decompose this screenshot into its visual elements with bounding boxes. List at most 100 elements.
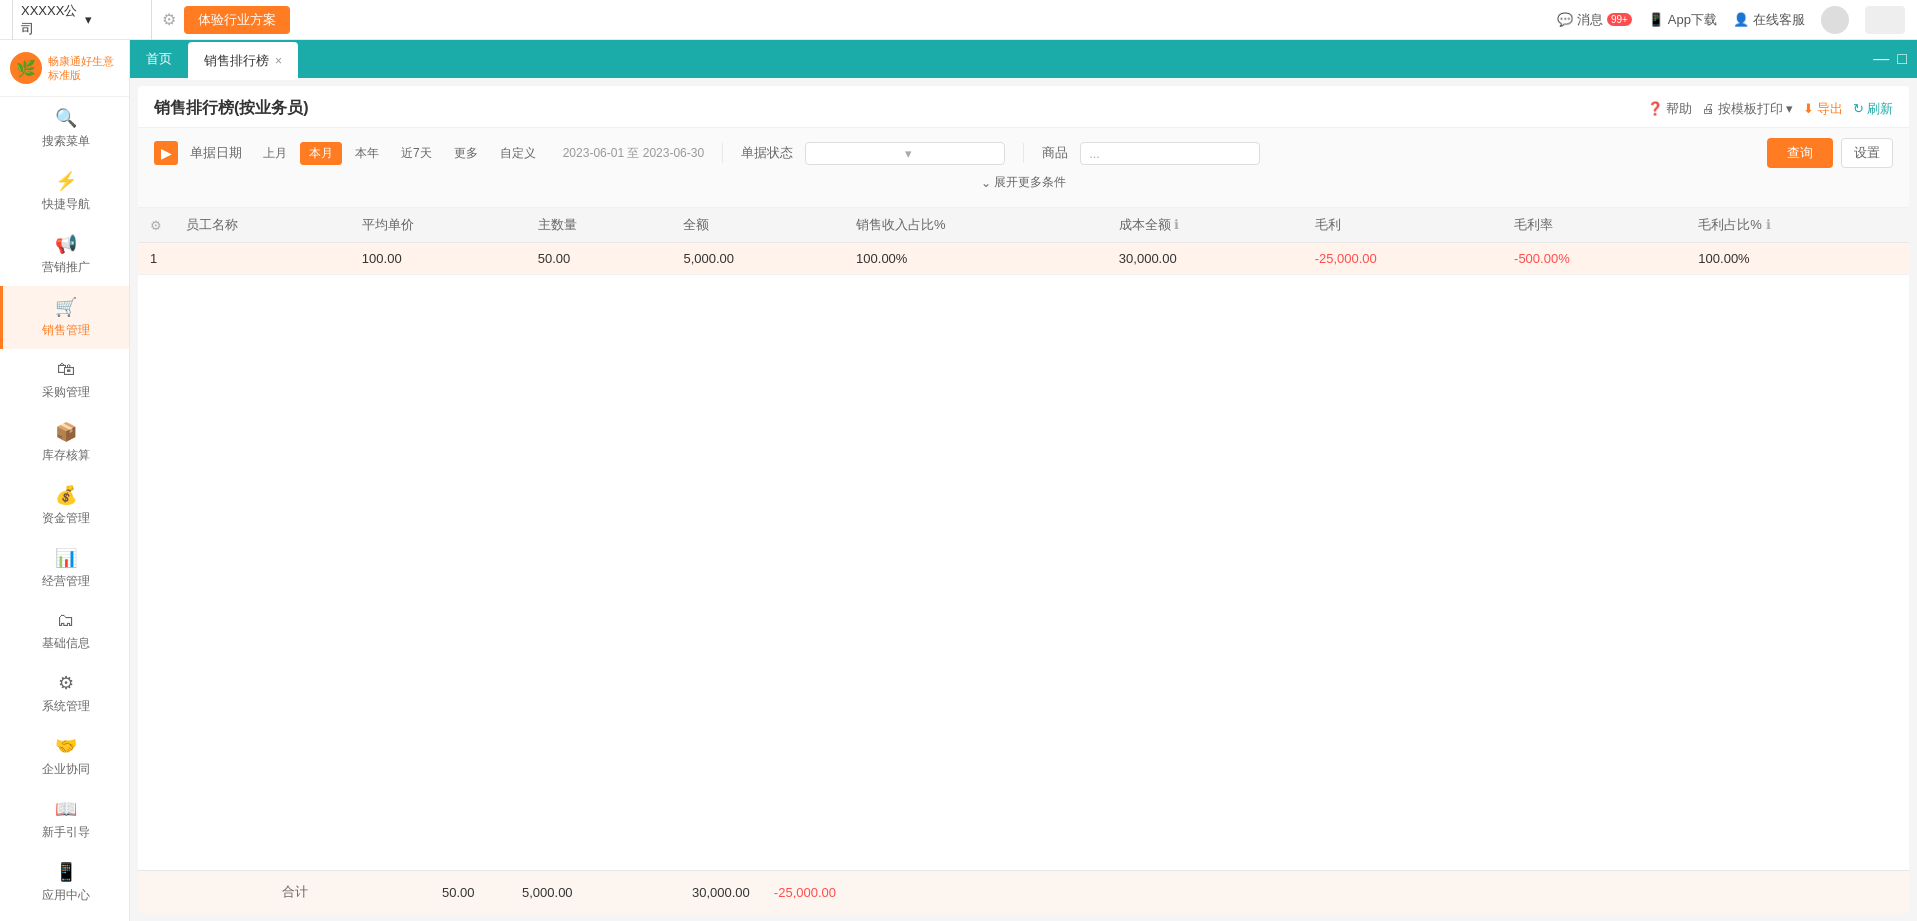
- sidebar-label-basic-info: 基础信息: [42, 635, 90, 652]
- cell-rank: 1: [138, 243, 174, 275]
- trial-button[interactable]: 体验行业方案: [184, 6, 290, 34]
- footer-sales-ratio: [590, 888, 680, 896]
- message-item[interactable]: 💬 消息 99+: [1557, 11, 1632, 29]
- filter-toggle-btn[interactable]: ▶: [154, 141, 178, 165]
- refresh-button[interactable]: ↻ 刷新: [1853, 100, 1893, 118]
- filter-area: ▶ 单据日期 上月 本月 本年 近7天 更多 自定义 2023-06-01 至 …: [138, 128, 1909, 208]
- sidebar-item-wechat[interactable]: 💬 企业微信: [0, 914, 129, 921]
- goods-placeholder: ...: [1089, 146, 1100, 161]
- export-button[interactable]: ⬇ 导出: [1803, 100, 1843, 118]
- cooperation-icon: 🤝: [55, 735, 77, 757]
- sidebar-item-search[interactable]: 🔍 搜索菜单: [0, 97, 129, 160]
- filter-row-1: ▶ 单据日期 上月 本月 本年 近7天 更多 自定义 2023-06-01 至 …: [154, 138, 1893, 168]
- company-name: XXXXX公司: [21, 2, 79, 38]
- sidebar-item-sales[interactable]: 🛒 销售管理: [0, 286, 129, 349]
- status-select[interactable]: ▾: [805, 142, 1005, 165]
- tab-minimize-icon[interactable]: —: [1873, 50, 1889, 68]
- content-area: 首页 销售排行榜 × — □ 销售排行榜(按业务员) ❓ 帮助: [130, 40, 1917, 921]
- date-tab-custom[interactable]: 自定义: [491, 142, 545, 165]
- message-badge: 99+: [1607, 13, 1632, 26]
- sidebar-item-inventory[interactable]: 📦 库存核算: [0, 411, 129, 474]
- col-gross-ratio: 毛利占比% ℹ: [1686, 208, 1909, 243]
- message-icon: 💬: [1557, 12, 1573, 27]
- date-tab-7days[interactable]: 近7天: [392, 142, 441, 165]
- tab-home[interactable]: 首页: [130, 40, 188, 78]
- cell-avg-price: 100.00: [350, 243, 526, 275]
- online-service-item[interactable]: 👤 在线客服: [1733, 11, 1805, 29]
- settings-button[interactable]: 设置: [1841, 138, 1893, 168]
- top-bar-right: 💬 消息 99+ 📱 App下载 👤 在线客服: [1557, 6, 1905, 34]
- sidebar-item-purchase[interactable]: 🛍 采购管理: [0, 349, 129, 411]
- sidebar-label-cooperation: 企业协同: [42, 761, 90, 778]
- query-button[interactable]: 查询: [1767, 138, 1833, 168]
- sidebar-item-marketing[interactable]: 📢 营销推广: [0, 223, 129, 286]
- service-icon: 👤: [1733, 12, 1749, 27]
- sidebar-item-cooperation[interactable]: 🤝 企业协同: [0, 725, 129, 788]
- tab-bar-right: — □: [1873, 50, 1917, 68]
- logo-text: 畅康通好生意 标准版: [48, 54, 114, 83]
- footer-cost: 30,000.00: [680, 881, 762, 904]
- sidebar-item-finance[interactable]: 💰 资金管理: [0, 474, 129, 537]
- date-tab-this-month[interactable]: 本月: [300, 142, 342, 165]
- guide-icon: 📖: [55, 798, 77, 820]
- export-icon: ⬇: [1803, 101, 1814, 116]
- sidebar-label-quick-nav: 快捷导航: [42, 196, 90, 213]
- col-cost: 成本全额 ℹ: [1107, 208, 1303, 243]
- sidebar-item-management[interactable]: 📊 经营管理: [0, 537, 129, 600]
- settings-icon[interactable]: ⚙: [162, 10, 176, 29]
- footer-quantity: 50.00: [430, 881, 510, 904]
- dropdown-icon: ▾: [85, 12, 143, 27]
- sidebar-item-quick-nav[interactable]: ⚡ 快捷导航: [0, 160, 129, 223]
- sidebar-label-inventory: 库存核算: [42, 447, 90, 464]
- expand-more-btn[interactable]: ⌄ 展开更多条件: [981, 174, 1066, 191]
- sales-icon: 🛒: [55, 296, 77, 318]
- active-tab-label: 销售排行榜: [204, 52, 269, 70]
- col-amount: 全额: [671, 208, 844, 243]
- sidebar-item-basic-info[interactable]: 🗂 基础信息: [0, 600, 129, 662]
- cost-info-icon[interactable]: ℹ: [1174, 217, 1179, 232]
- date-range-display: 2023-06-01 至 2023-06-30: [563, 145, 704, 162]
- cell-gross-profit: -25,000.00: [1303, 243, 1502, 275]
- cell-amount: 5,000.00: [671, 243, 844, 275]
- date-tab-more[interactable]: 更多: [445, 142, 487, 165]
- tab-close-icon[interactable]: ×: [275, 54, 282, 68]
- main-layout: 🌿 畅康通好生意 标准版 🔍 搜索菜单 ⚡ 快捷导航 📢 营销推广 🛒 销售管理…: [0, 40, 1917, 921]
- app-download-item[interactable]: 📱 App下载: [1648, 11, 1717, 29]
- date-tab-this-year[interactable]: 本年: [346, 142, 388, 165]
- company-selector[interactable]: XXXXX公司 ▾: [12, 0, 152, 43]
- sidebar-label-purchase: 采购管理: [42, 384, 90, 401]
- tab-sales-rank[interactable]: 销售排行榜 ×: [188, 42, 298, 80]
- page-header: 销售排行榜(按业务员) ❓ 帮助 🖨 按模板打印 ▾ ⬇ 导出: [138, 86, 1909, 128]
- date-label: 单据日期: [190, 144, 242, 162]
- quick-nav-icon: ⚡: [55, 170, 77, 192]
- table-footer: 合计 50.00 5,000.00 30,000.00 -25,000.00: [138, 870, 1909, 913]
- app-download-label: App下载: [1668, 11, 1717, 29]
- message-label: 消息: [1577, 11, 1603, 29]
- ratio-info-icon[interactable]: ℹ: [1766, 217, 1771, 232]
- sidebar-item-guide[interactable]: 📖 新手引导: [0, 788, 129, 851]
- expand-row: ⌄ 展开更多条件: [154, 168, 1893, 197]
- sidebar-item-app-center[interactable]: 📱 应用中心: [0, 851, 129, 914]
- sidebar-item-system[interactable]: ⚙ 系统管理: [0, 662, 129, 725]
- col-settings-icon[interactable]: ⚙: [150, 218, 162, 233]
- sidebar-label-finance: 资金管理: [42, 510, 90, 527]
- help-button[interactable]: ❓ 帮助: [1647, 100, 1692, 118]
- date-tab-last-month[interactable]: 上月: [254, 142, 296, 165]
- avatar[interactable]: [1821, 6, 1849, 34]
- col-settings[interactable]: ⚙: [138, 208, 174, 243]
- col-avg-price: 平均单价: [350, 208, 526, 243]
- footer-gross-profit: -25,000.00: [762, 881, 848, 904]
- print-button[interactable]: 🖨 按模板打印 ▾: [1702, 100, 1793, 118]
- home-tab-label: 首页: [146, 50, 172, 68]
- sidebar-label-sales: 销售管理: [42, 322, 90, 339]
- top-bar: XXXXX公司 ▾ ⚙ 体验行业方案 💬 消息 99+ 📱 App下载 👤 在线…: [0, 0, 1917, 40]
- refresh-icon: ↻: [1853, 101, 1864, 116]
- tab-maximize-icon[interactable]: □: [1897, 50, 1907, 68]
- filter-divider-2: [1023, 143, 1024, 163]
- sidebar-label-system: 系统管理: [42, 698, 90, 715]
- print-dropdown-icon: ▾: [1786, 101, 1793, 116]
- footer-total-label: 合计: [270, 879, 350, 905]
- goods-input[interactable]: ...: [1080, 142, 1260, 165]
- purchase-icon: 🛍: [57, 359, 75, 380]
- user-name-placeholder: [1865, 6, 1905, 34]
